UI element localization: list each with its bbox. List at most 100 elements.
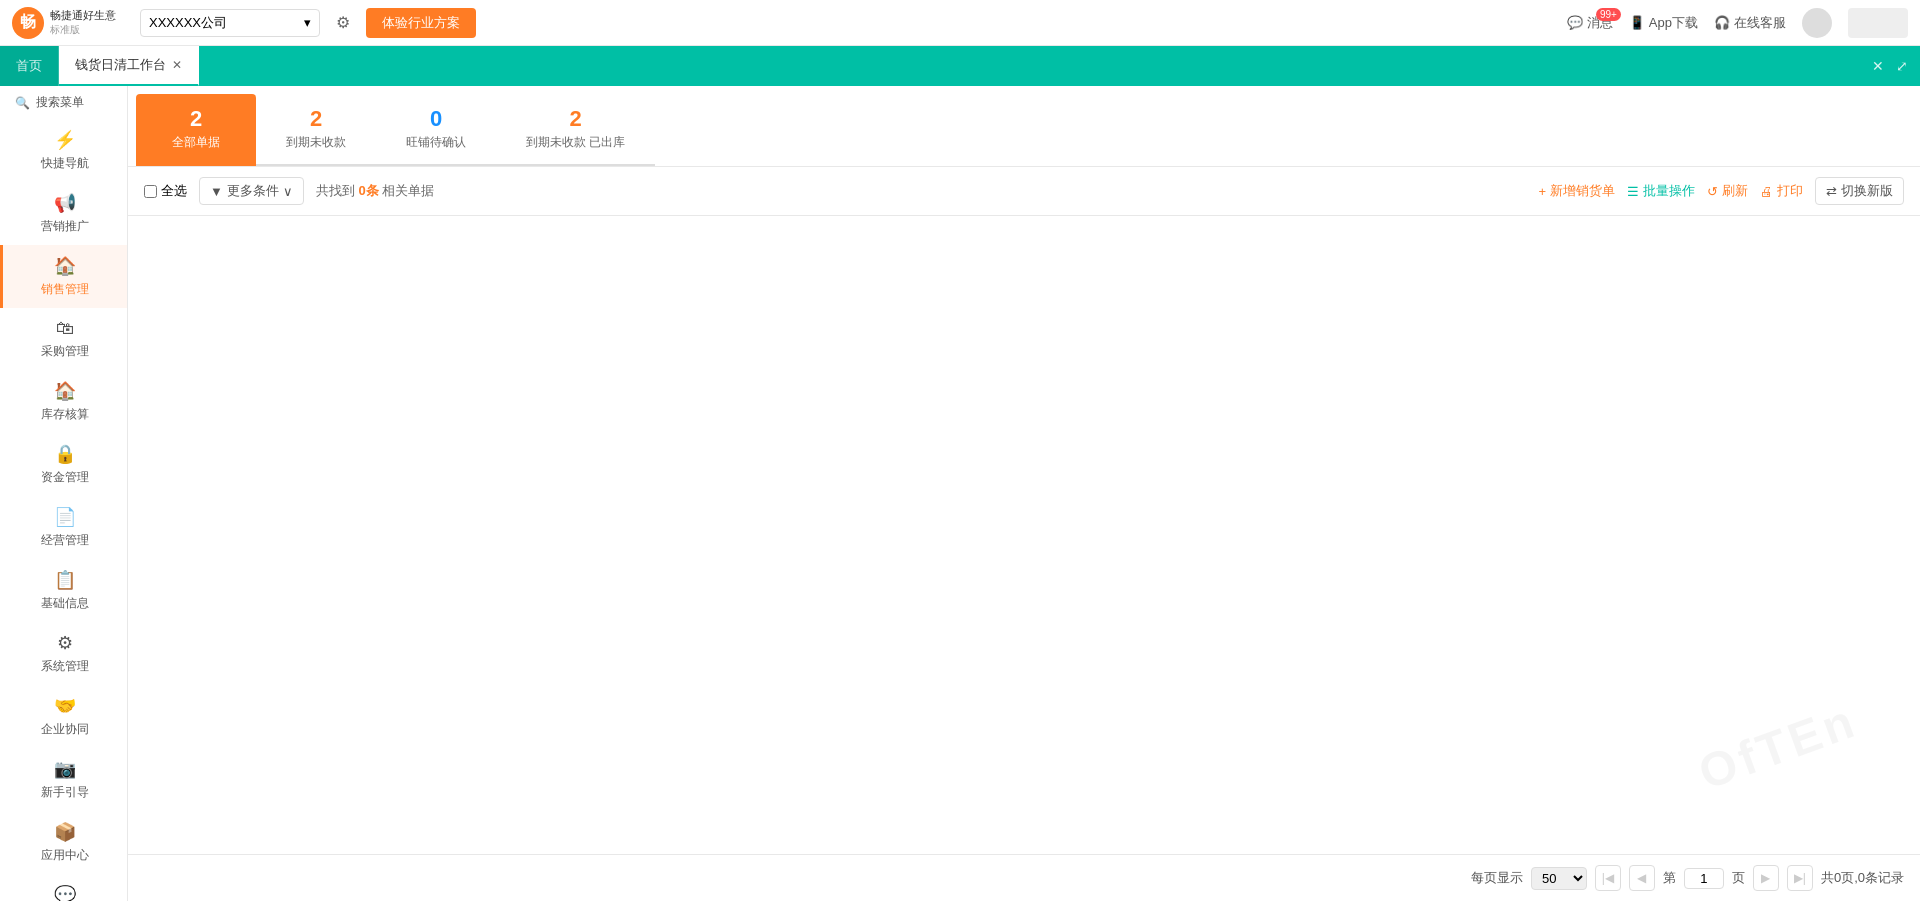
sidebar-item-quick-nav[interactable]: ⚡ 快捷导航 (0, 119, 127, 182)
select-all-checkbox-label[interactable]: 全选 (144, 182, 187, 200)
sidebar-item-wechat[interactable]: 💬 企业微信 (0, 874, 127, 901)
watermark: OfTEn (1692, 693, 1865, 801)
inventory-label: 库存核算 (41, 406, 89, 423)
sidebar-item-marketing[interactable]: 📢 营销推广 (0, 182, 127, 245)
toolbar-right: + 新增销货单 ☰ 批量操作 ↺ 刷新 🖨 打印 ⇄ 切换新版 (1538, 177, 1904, 205)
company-selector[interactable]: XXXXXX公司 ▾ (140, 9, 320, 37)
app-center-icon: 📦 (54, 821, 76, 843)
experience-button[interactable]: 体验行业方案 (366, 8, 476, 38)
print-button[interactable]: 🖨 打印 (1760, 182, 1803, 200)
finance-label: 资金管理 (41, 469, 89, 486)
tab-cashflow[interactable]: 钱货日清工作台 ✕ (59, 46, 199, 86)
last-page-button[interactable]: ▶| (1787, 865, 1813, 891)
filter-button[interactable]: ▼ 更多条件 ∨ (199, 177, 304, 205)
match-text: 共找到 0条 相关单据 (316, 182, 434, 200)
sidebar-item-operations[interactable]: 📄 经营管理 (0, 496, 127, 559)
refresh-label: 刷新 (1722, 182, 1748, 200)
next-page-button[interactable]: ▶ (1753, 865, 1779, 891)
pending-label: 旺铺待确认 (406, 134, 466, 151)
top-header: 畅 畅捷通好生意 标准版 XXXXXX公司 ▾ ⚙ 体验行业方案 💬 消息 99… (0, 0, 1920, 46)
sidebar-search[interactable]: 🔍 搜索菜单 (0, 86, 127, 119)
page-number-input[interactable] (1684, 868, 1724, 889)
main-layout: 🔍 搜索菜单 ⚡ 快捷导航 📢 营销推广 🏠 销售管理 🛍 采购管理 🏠 库存核… (0, 86, 1920, 901)
page-suffix: 页 (1732, 869, 1745, 887)
tab-maximize-icon[interactable]: ⤢ (1896, 58, 1908, 74)
company-name: XXXXXX公司 (149, 14, 227, 32)
download-icon: 📱 (1629, 15, 1645, 30)
batch-operation-button[interactable]: ☰ 批量操作 (1627, 182, 1695, 200)
add-label: 新增销货单 (1550, 182, 1615, 200)
logo-area: 畅 畅捷通好生意 标准版 (12, 7, 140, 39)
app-download-button[interactable]: 📱 App下载 (1629, 14, 1698, 32)
sales-label: 销售管理 (41, 281, 89, 298)
purchase-icon: 🛍 (56, 318, 74, 339)
avatar[interactable] (1802, 8, 1832, 38)
tab-home[interactable]: 首页 (0, 46, 59, 86)
settings-button[interactable]: ⚙ (328, 8, 358, 38)
sidebar-item-guide[interactable]: 📷 新手引导 (0, 748, 127, 811)
logo-icon: 畅 (12, 7, 44, 39)
sidebar-item-inventory[interactable]: 🏠 库存核算 (0, 370, 127, 433)
overdue-shipped-label: 到期未收款 已出库 (526, 134, 625, 151)
pending-count: 0 (430, 106, 442, 132)
refresh-button[interactable]: ↺ 刷新 (1707, 182, 1748, 200)
stat-tab-pending[interactable]: 0 旺铺待确认 (376, 94, 496, 166)
system-label: 系统管理 (41, 658, 89, 675)
finance-icon: 🔒 (54, 443, 76, 465)
sidebar-item-system[interactable]: ⚙ 系统管理 (0, 622, 127, 685)
message-button[interactable]: 💬 消息 99+ (1567, 14, 1613, 32)
all-count: 2 (190, 106, 202, 132)
quick-nav-label: 快捷导航 (41, 155, 89, 172)
stat-tab-overdue-shipped[interactable]: 2 到期未收款 已出库 (496, 94, 655, 166)
sidebar-item-cooperation[interactable]: 🤝 企业协同 (0, 685, 127, 748)
stats-tabs: 2 全部单据 2 到期未收款 0 旺铺待确认 2 到期未收款 已出库 (128, 86, 1920, 167)
print-icon: 🖨 (1760, 184, 1773, 199)
sidebar-item-sales[interactable]: 🏠 销售管理 (0, 245, 127, 308)
switch-label: 切换新版 (1841, 182, 1893, 200)
chevron-down-icon: ▾ (304, 15, 311, 30)
print-label: 打印 (1777, 182, 1803, 200)
overdue-shipped-count: 2 (570, 106, 582, 132)
wechat-icon: 💬 (54, 884, 76, 901)
logo-text: 畅捷通好生意 (50, 8, 116, 22)
select-all-checkbox[interactable] (144, 185, 157, 198)
per-page-label: 每页显示 (1471, 869, 1523, 887)
sidebar-item-purchase[interactable]: 🛍 采购管理 (0, 308, 127, 370)
tab-minimize-icon[interactable]: ✕ (1872, 58, 1884, 74)
sidebar-item-basic-info[interactable]: 📋 基础信息 (0, 559, 127, 622)
switch-version-button[interactable]: ⇄ 切换新版 (1815, 177, 1904, 205)
inventory-icon: 🏠 (54, 380, 76, 402)
message-badge: 99+ (1596, 8, 1621, 21)
marketing-icon: 📢 (54, 192, 76, 214)
filter-icon: ▼ (210, 184, 223, 199)
user-name-area (1848, 8, 1908, 38)
overdue-label: 到期未收款 (286, 134, 346, 151)
overdue-count: 2 (310, 106, 322, 132)
filter-label: 更多条件 (227, 182, 279, 200)
sales-icon: 🏠 (54, 255, 76, 277)
add-icon: + (1538, 184, 1546, 199)
message-icon: 💬 (1567, 15, 1583, 30)
cooperation-label: 企业协同 (41, 721, 89, 738)
system-icon: ⚙ (57, 632, 73, 654)
batch-icon: ☰ (1627, 184, 1639, 199)
match-count: 0条 (359, 183, 379, 198)
guide-icon: 📷 (54, 758, 76, 780)
gear-icon: ⚙ (336, 13, 350, 32)
per-page-select[interactable]: 50 100 200 (1531, 867, 1587, 890)
sidebar-item-app-center[interactable]: 📦 应用中心 (0, 811, 127, 874)
stat-tab-all[interactable]: 2 全部单据 (136, 94, 256, 166)
logo-badge: 标准版 (50, 23, 116, 37)
stat-tab-overdue[interactable]: 2 到期未收款 (256, 94, 376, 166)
prev-page-button[interactable]: ◀ (1629, 865, 1655, 891)
online-service-button[interactable]: 🎧 在线客服 (1714, 14, 1786, 32)
header-right: 💬 消息 99+ 📱 App下载 🎧 在线客服 (1567, 8, 1908, 38)
all-label: 全部单据 (172, 134, 220, 151)
online-service-label: 在线客服 (1734, 14, 1786, 32)
sidebar-item-finance[interactable]: 🔒 资金管理 (0, 433, 127, 496)
cashflow-tab-label: 钱货日清工作台 (75, 56, 166, 74)
add-sales-order-button[interactable]: + 新增销货单 (1538, 182, 1615, 200)
first-page-button[interactable]: |◀ (1595, 865, 1621, 891)
tab-close-icon[interactable]: ✕ (172, 58, 182, 72)
home-tab-label: 首页 (16, 57, 42, 75)
